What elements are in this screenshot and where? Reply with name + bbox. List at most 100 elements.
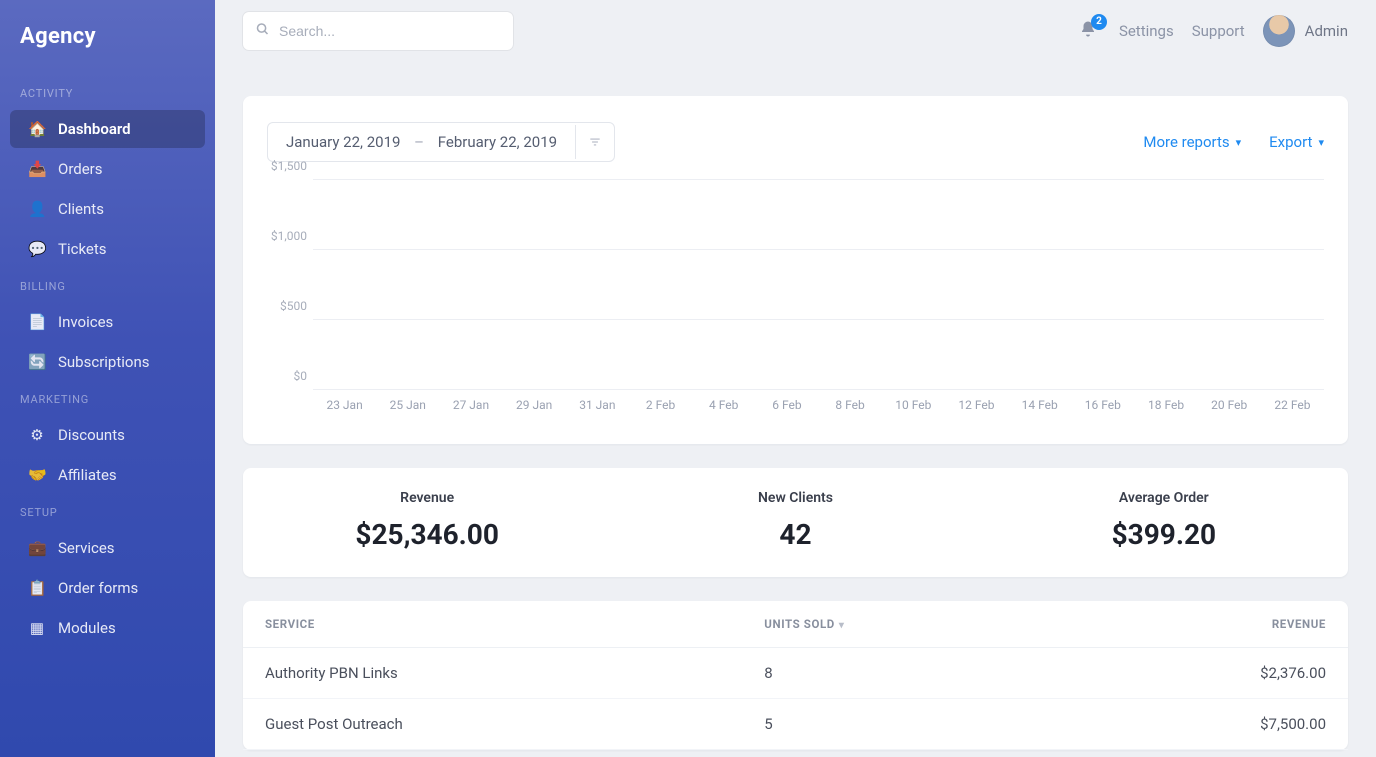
cell-units: 8 bbox=[764, 664, 1076, 682]
sidebar: Agency ACTIVITY 🏠 Dashboard 📥 Orders 👤Clients… bbox=[0, 0, 215, 757]
notifications-badge: 2 bbox=[1091, 14, 1107, 30]
nav-label: Services bbox=[58, 539, 115, 557]
col-service[interactable]: SERVICE bbox=[265, 617, 764, 631]
sidebar-item-invoices[interactable]: 📄 Invoices bbox=[10, 303, 205, 341]
x-tick-label: 27 Jan bbox=[439, 398, 502, 412]
x-tick-label: 18 Feb bbox=[1134, 398, 1197, 412]
sidebar-item-dashboard[interactable]: 🏠 Dashboard bbox=[10, 110, 205, 148]
nav-heading: MARKETING bbox=[0, 383, 215, 414]
nav-label: Order forms bbox=[58, 579, 138, 597]
search-wrap bbox=[243, 12, 513, 50]
chart-toolbar: January 22, 2019 – February 22, 2019 Mor… bbox=[267, 122, 1324, 162]
cell-service: Authority PBN Links bbox=[265, 664, 764, 682]
export-button[interactable]: Export▾ bbox=[1269, 133, 1324, 151]
date-range-separator: – bbox=[414, 133, 424, 151]
services-table: SERVICE UNITS SOLD▾ REVENUE Authority PB… bbox=[243, 601, 1348, 750]
x-tick-label: 6 Feb bbox=[755, 398, 818, 412]
table-header: SERVICE UNITS SOLD▾ REVENUE bbox=[243, 601, 1348, 648]
x-tick-label: 16 Feb bbox=[1071, 398, 1134, 412]
y-tick-label: $1,500 bbox=[267, 159, 307, 173]
table-row[interactable]: Authority PBN Links8$2,376.00 bbox=[243, 648, 1348, 699]
table-row[interactable]: Guest Post Outreach5$7,500.00 bbox=[243, 699, 1348, 750]
x-tick-label: 8 Feb bbox=[819, 398, 882, 412]
sort-desc-icon: ▾ bbox=[839, 620, 845, 631]
stat-value: 42 bbox=[611, 518, 979, 551]
sidebar-item-modules[interactable]: ▦ Modules bbox=[10, 609, 205, 647]
x-tick-label: 2 Feb bbox=[629, 398, 692, 412]
nav-label: Orders bbox=[58, 160, 103, 178]
search-input[interactable] bbox=[243, 12, 513, 50]
nav-label: Subscriptions bbox=[58, 353, 149, 371]
sidebar-item-orders-icon: 📥 bbox=[28, 160, 46, 178]
cell-revenue: $7,500.00 bbox=[1076, 715, 1326, 733]
sidebar-item-modules-icon: ▦ bbox=[28, 619, 46, 637]
x-tick-label: 31 Jan bbox=[566, 398, 629, 412]
sidebar-item-invoices-icon: 📄 bbox=[28, 313, 46, 331]
x-tick-label: 12 Feb bbox=[945, 398, 1008, 412]
nav-label: Invoices bbox=[58, 313, 113, 331]
cell-units: 5 bbox=[764, 715, 1076, 733]
nav-label: Affiliates bbox=[58, 466, 117, 484]
sidebar-item-affiliates[interactable]: 🤝 Affiliates bbox=[10, 456, 205, 494]
stat: Revenue $25,346.00 bbox=[243, 490, 611, 551]
stat-value: $399.20 bbox=[980, 518, 1348, 551]
sidebar-item-tickets[interactable]: 💬Tickets bbox=[10, 230, 205, 268]
nav-heading: ACTIVITY bbox=[0, 77, 215, 108]
cell-service: Guest Post Outreach bbox=[265, 715, 764, 733]
sidebar-item-order-forms-icon: 📋 bbox=[28, 579, 46, 597]
nav-label: Tickets bbox=[58, 240, 107, 258]
chart-card: January 22, 2019 – February 22, 2019 Mor… bbox=[243, 96, 1348, 444]
settings-link[interactable]: Settings bbox=[1119, 22, 1174, 40]
date-range-button[interactable]: January 22, 2019 – February 22, 2019 bbox=[268, 123, 575, 161]
user-menu[interactable]: Admin bbox=[1263, 15, 1348, 47]
nav-label: Clients bbox=[58, 200, 104, 218]
user-name: Admin bbox=[1305, 22, 1348, 40]
more-reports-button[interactable]: More reports▾ bbox=[1143, 133, 1241, 151]
col-units[interactable]: UNITS SOLD▾ bbox=[764, 617, 1076, 631]
y-tick-label: $500 bbox=[267, 299, 307, 313]
sidebar-item-orders[interactable]: 📥 Orders bbox=[10, 150, 205, 188]
nav-label: Discounts bbox=[58, 426, 125, 444]
nav-heading: BILLING bbox=[0, 270, 215, 301]
y-tick-label: $0 bbox=[267, 369, 307, 383]
bars bbox=[313, 180, 1324, 390]
y-tick-label: $1,000 bbox=[267, 229, 307, 243]
sidebar-item-dashboard-icon: 🏠 bbox=[28, 120, 46, 138]
avatar bbox=[1263, 15, 1295, 47]
nav-label: Modules bbox=[58, 619, 116, 637]
stat: New Clients 42 bbox=[611, 490, 979, 551]
sidebar-item-affiliates-icon: 🤝 bbox=[28, 466, 46, 484]
nav-label: Dashboard bbox=[58, 120, 131, 138]
caret-down-icon: ▾ bbox=[1236, 136, 1242, 149]
nav-heading: SETUP bbox=[0, 496, 215, 527]
notifications-button[interactable]: 2 bbox=[1075, 20, 1101, 43]
search-icon bbox=[255, 22, 270, 41]
stat-label: Average Order bbox=[980, 490, 1348, 506]
cell-revenue: $2,376.00 bbox=[1076, 664, 1326, 682]
x-tick-label: 22 Feb bbox=[1261, 398, 1324, 412]
support-link[interactable]: Support bbox=[1192, 22, 1245, 40]
sidebar-item-services-icon: 💼 bbox=[28, 539, 46, 557]
caret-down-icon: ▾ bbox=[1318, 136, 1324, 149]
sidebar-item-discounts[interactable]: ⚙ Discounts bbox=[10, 416, 205, 454]
stat-value: $25,346.00 bbox=[243, 518, 611, 551]
stat-label: New Clients bbox=[611, 490, 979, 506]
sidebar-item-subscriptions[interactable]: 🔄 Subscriptions bbox=[10, 343, 205, 381]
revenue-chart: $0$500$1,000$1,500 23 Jan25 Jan27 Jan29 … bbox=[267, 180, 1324, 420]
x-tick-label: 4 Feb bbox=[692, 398, 755, 412]
x-tick-label: 23 Jan bbox=[313, 398, 376, 412]
topbar: 2 Settings Support Admin bbox=[215, 0, 1376, 62]
date-range-picker: January 22, 2019 – February 22, 2019 bbox=[267, 122, 615, 162]
sidebar-item-subscriptions-icon: 🔄 bbox=[28, 353, 46, 371]
brand: Agency bbox=[0, 20, 215, 77]
sidebar-item-discounts-icon: ⚙ bbox=[28, 426, 46, 444]
date-range-options-button[interactable] bbox=[575, 125, 614, 159]
sidebar-item-order-forms[interactable]: 📋 Order forms bbox=[10, 569, 205, 607]
date-to: February 22, 2019 bbox=[438, 133, 557, 151]
stat-label: Revenue bbox=[243, 490, 611, 506]
sidebar-item-services[interactable]: 💼 Services bbox=[10, 529, 205, 567]
x-tick-label: 29 Jan bbox=[503, 398, 566, 412]
main: January 22, 2019 – February 22, 2019 Mor… bbox=[215, 62, 1376, 757]
col-revenue[interactable]: REVENUE bbox=[1076, 617, 1326, 631]
sidebar-item-clients[interactable]: 👤Clients bbox=[10, 190, 205, 228]
